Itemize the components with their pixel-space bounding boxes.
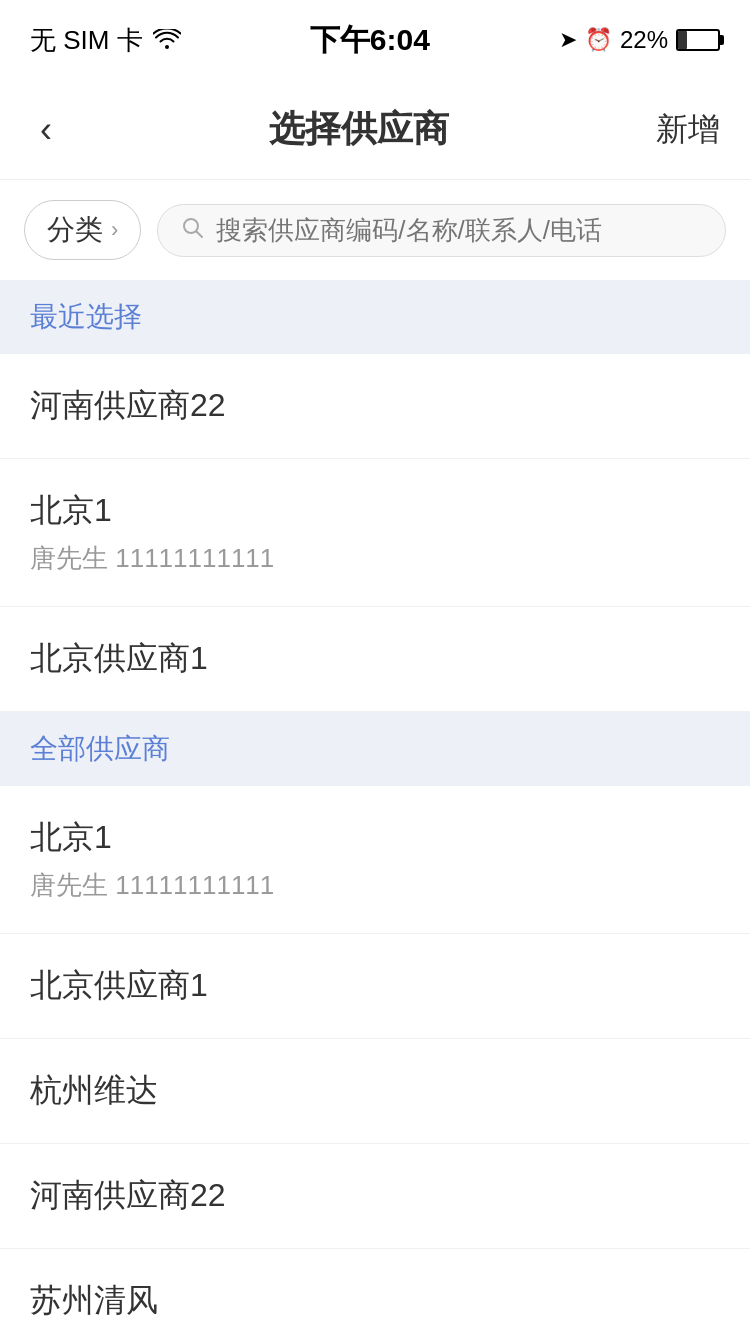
list-item[interactable]: 杭州维达 <box>0 1039 750 1144</box>
status-left: 无 SIM 卡 <box>30 23 181 58</box>
category-filter-button[interactable]: 分类 › <box>24 200 141 260</box>
page-title: 选择供应商 <box>269 105 449 154</box>
list-item[interactable]: 北京1 唐先生 11111111111 <box>0 459 750 607</box>
alarm-icon: ⏰ <box>585 27 612 53</box>
item-name: 北京供应商1 <box>30 964 720 1008</box>
chevron-icon: › <box>111 217 118 243</box>
list-item[interactable]: 北京供应商1 <box>0 934 750 1039</box>
status-bar: 无 SIM 卡 下午6:04 ➤ ⏰ 22% <box>0 0 750 80</box>
status-time: 下午6:04 <box>310 20 430 61</box>
list-container: 最近选择河南供应商22 北京1 唐先生 11111111111 北京供应商1 全部供应商… <box>0 280 750 1334</box>
add-button[interactable]: 新增 <box>656 108 720 152</box>
wifi-icon <box>153 25 181 56</box>
category-label: 分类 <box>47 211 103 249</box>
filter-bar: 分类 › <box>0 180 750 280</box>
battery-icon <box>676 29 720 51</box>
list-item[interactable]: 河南供应商22 <box>0 1144 750 1249</box>
item-name: 河南供应商22 <box>30 384 720 428</box>
item-name: 北京1 <box>30 489 720 533</box>
search-icon <box>180 215 204 246</box>
nav-bar: ‹ 选择供应商 新增 <box>0 80 750 180</box>
list-item[interactable]: 北京1 唐先生 11111111111 <box>0 786 750 934</box>
section-header-all: 全部供应商 <box>0 712 750 786</box>
back-button[interactable]: ‹ <box>30 99 62 161</box>
battery-label: 22% <box>620 26 668 54</box>
search-box[interactable] <box>157 204 726 257</box>
status-right: ➤ ⏰ 22% <box>559 26 720 54</box>
list-item[interactable]: 苏州清风 <box>0 1249 750 1334</box>
list-item[interactable]: 河南供应商22 <box>0 354 750 459</box>
item-name: 北京1 <box>30 816 720 860</box>
section-header-recent: 最近选择 <box>0 280 750 354</box>
list-item[interactable]: 北京供应商1 <box>0 607 750 712</box>
search-input[interactable] <box>216 215 703 246</box>
item-name: 河南供应商22 <box>30 1174 720 1218</box>
item-name: 北京供应商1 <box>30 637 720 681</box>
svg-line-1 <box>197 231 203 237</box>
location-icon: ➤ <box>559 27 577 53</box>
item-sub: 唐先生 11111111111 <box>30 868 720 903</box>
no-sim-label: 无 SIM 卡 <box>30 23 143 58</box>
item-name: 杭州维达 <box>30 1069 720 1113</box>
item-name: 苏州清风 <box>30 1279 720 1323</box>
item-sub: 唐先生 11111111111 <box>30 541 720 576</box>
